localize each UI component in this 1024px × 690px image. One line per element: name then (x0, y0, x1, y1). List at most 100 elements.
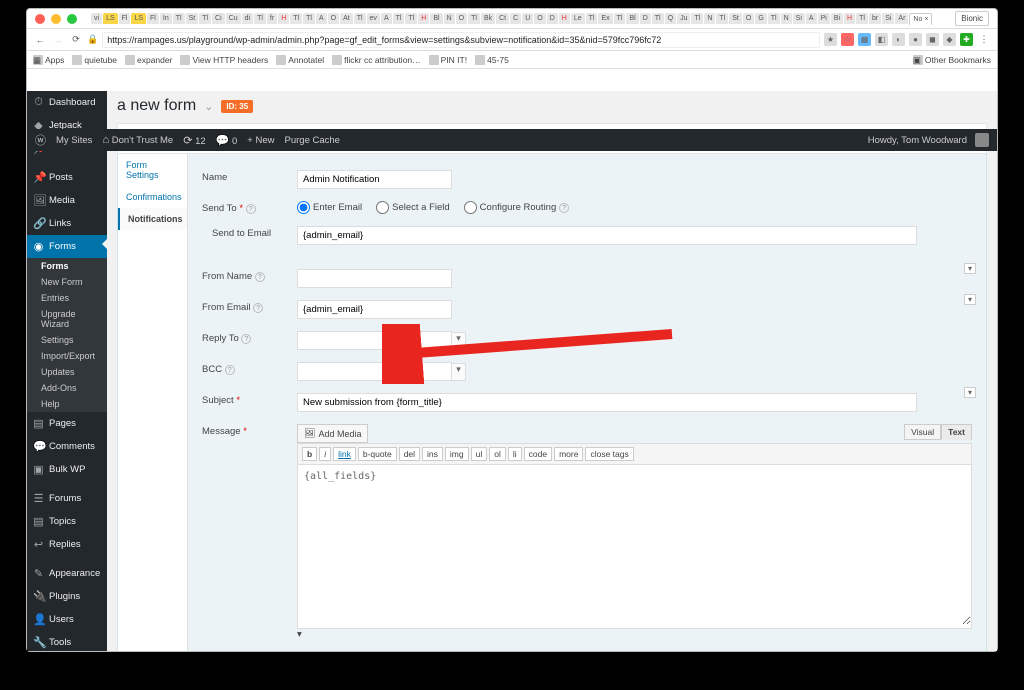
ext-icon[interactable]: ◆ (943, 33, 956, 46)
sendto-configure-routing[interactable]: Configure Routing ? (464, 201, 570, 214)
howdy-user[interactable]: Howdy, Tom Woodward (868, 135, 967, 146)
close-window[interactable] (35, 14, 45, 24)
merge-tag-button[interactable]: ▾ (297, 629, 302, 640)
bookmark-item[interactable]: 45-75 (475, 55, 509, 65)
menu-topics[interactable]: ▤Topics (27, 510, 107, 533)
submenu-help[interactable]: Help (27, 396, 107, 412)
editor-tab-text[interactable]: Text (941, 424, 972, 440)
sendto-enter-email[interactable]: Enter Email (297, 201, 362, 214)
help-icon[interactable]: ? (253, 303, 263, 313)
message-textarea[interactable] (298, 465, 971, 625)
forward-button[interactable]: → (51, 33, 65, 47)
subnav-notifications[interactable]: Notifications (118, 208, 187, 230)
menu-icon[interactable]: ⋮ (977, 33, 991, 47)
qt-ins[interactable]: ins (422, 447, 443, 461)
submenu-settings[interactable]: Settings (27, 332, 107, 348)
subnav-form-settings[interactable]: Form Settings (118, 154, 187, 186)
menu-posts[interactable]: 📌Posts (27, 166, 107, 189)
bookmark-item[interactable]: expander (125, 55, 172, 65)
url-field[interactable]: https://rampages.us/playground/wp-admin/… (102, 32, 820, 48)
comments-link[interactable]: 💬 0 (216, 134, 238, 147)
ext-icon[interactable]: ✚ (960, 33, 973, 46)
qt-ol[interactable]: ol (489, 447, 506, 461)
bcc-input[interactable] (297, 362, 452, 381)
active-tab[interactable]: No × (909, 13, 932, 25)
submenu-import[interactable]: Import/Export (27, 348, 107, 364)
form-switcher-icon[interactable]: ⌄ (204, 100, 213, 113)
menu-links[interactable]: 🔗Links (27, 212, 107, 235)
help-icon[interactable]: ? (241, 334, 251, 344)
ext-icon[interactable]: ◧ (875, 33, 888, 46)
editor-tab-visual[interactable]: Visual (904, 424, 941, 440)
updates-link[interactable]: ⟳ 12 (183, 134, 205, 147)
menu-plugins[interactable]: 🔌Plugins (27, 585, 107, 608)
profile-badge[interactable]: Bionic (955, 11, 989, 26)
qt-ul[interactable]: ul (471, 447, 488, 461)
qt-bquote[interactable]: b-quote (358, 447, 397, 461)
reload-button[interactable]: ⟳ (69, 33, 83, 47)
new-content-link[interactable]: + New (247, 135, 274, 146)
merge-tag-button[interactable]: ▾ (964, 294, 976, 305)
ext-icon[interactable]: ● (909, 33, 922, 46)
ext-icon[interactable]: ◼ (926, 33, 939, 46)
reply-to-input[interactable] (297, 331, 452, 350)
qt-li[interactable]: li (508, 447, 522, 461)
minimize-window[interactable] (51, 14, 61, 24)
menu-media[interactable]: 🖼Media (27, 189, 107, 212)
qt-link[interactable]: link (333, 447, 356, 461)
ext-icon[interactable]: ★ (824, 33, 837, 46)
ext-icon[interactable]: ☆ (841, 33, 854, 46)
menu-tools[interactable]: 🔧Tools (27, 631, 107, 651)
wp-logo-icon[interactable]: ⓦ (35, 132, 46, 148)
submenu-addons[interactable]: Add-Ons (27, 380, 107, 396)
bookmark-item[interactable]: quietube (72, 55, 117, 65)
from-name-input[interactable] (297, 269, 452, 288)
qt-code[interactable]: code (524, 447, 552, 461)
submenu-newform[interactable]: New Form (27, 274, 107, 290)
submenu-forms[interactable]: Forms (27, 258, 107, 274)
ext-icon[interactable]: ◐ (892, 33, 905, 46)
merge-tag-button[interactable]: ▾ (964, 263, 976, 274)
menu-bulkwp[interactable]: ▣Bulk WP (27, 458, 107, 481)
submenu-entries[interactable]: Entries (27, 290, 107, 306)
add-media-button[interactable]: 🖼Add Media (297, 424, 368, 443)
qt-b[interactable]: b (302, 447, 317, 461)
subnav-confirmations[interactable]: Confirmations (118, 186, 187, 208)
purge-cache-link[interactable]: Purge Cache (285, 135, 340, 146)
merge-tag-button[interactable]: ▾ (452, 332, 466, 350)
qt-i[interactable]: i (319, 447, 331, 461)
merge-tag-button[interactable]: ▾ (964, 387, 976, 398)
menu-forums[interactable]: ☰Forums (27, 487, 107, 510)
bookmark-item[interactable]: PIN IT! (429, 55, 467, 65)
sendto-select-field[interactable]: Select a Field (376, 201, 450, 214)
menu-replies[interactable]: ↩Replies (27, 533, 107, 556)
send-to-email-input[interactable] (297, 226, 917, 245)
qt-closetags[interactable]: close tags (585, 447, 633, 461)
name-input[interactable] (297, 170, 452, 189)
menu-comments[interactable]: 💬Comments (27, 435, 107, 458)
menu-dashboard[interactable]: ⏱Dashboard (27, 91, 107, 114)
help-icon[interactable]: ? (246, 204, 256, 214)
site-name-link[interactable]: ⌂ Don't Trust Me (102, 134, 173, 146)
qt-more[interactable]: more (554, 447, 583, 461)
menu-appearance[interactable]: ✎Appearance (27, 562, 107, 585)
avatar[interactable] (975, 133, 989, 147)
menu-forms[interactable]: ◉Forms (27, 235, 107, 258)
merge-tag-button[interactable]: ▾ (452, 363, 466, 381)
bookmark-item[interactable]: Annotatel (276, 55, 324, 65)
submenu-updates[interactable]: Updates (27, 364, 107, 380)
qt-del[interactable]: del (399, 447, 420, 461)
help-icon[interactable]: ? (559, 203, 569, 213)
back-button[interactable]: ← (33, 33, 47, 47)
menu-users[interactable]: 👤Users (27, 608, 107, 631)
other-bookmarks[interactable]: ▣Other Bookmarks (913, 55, 991, 65)
subject-input[interactable] (297, 393, 917, 412)
bookmark-item[interactable]: View HTTP headers (180, 55, 268, 65)
bookmark-item[interactable]: flickr cc attribution… (332, 55, 421, 65)
qt-img[interactable]: img (445, 447, 469, 461)
menu-pages[interactable]: ▤Pages (27, 412, 107, 435)
submenu-upgrade[interactable]: Upgrade Wizard (27, 306, 107, 332)
zoom-window[interactable] (67, 14, 77, 24)
apps-shortcut[interactable]: ▦Apps (33, 55, 64, 65)
my-sites-link[interactable]: My Sites (56, 135, 92, 146)
